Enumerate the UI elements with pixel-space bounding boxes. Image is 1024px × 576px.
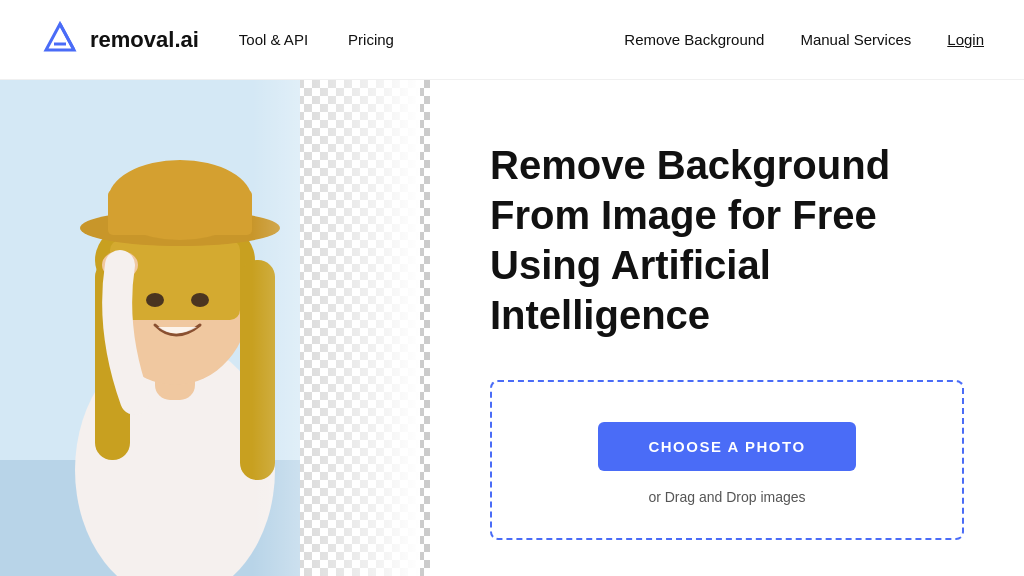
- logo-text: removal.ai: [90, 27, 199, 53]
- upload-area[interactable]: CHOOSE A PHOTO or Drag and Drop images: [490, 380, 964, 540]
- nav-manual-services[interactable]: Manual Services: [800, 31, 911, 48]
- nav-right: Remove Background Manual Services Login: [624, 31, 984, 48]
- hero-title: Remove Background From Image for Free Us…: [490, 140, 964, 340]
- hero-person-image: [0, 80, 420, 576]
- drag-drop-text: or Drag and Drop images: [648, 489, 805, 505]
- logo-icon: [40, 20, 80, 60]
- choose-photo-button[interactable]: CHOOSE A PHOTO: [598, 422, 855, 471]
- svg-rect-15: [0, 80, 420, 576]
- nav-left: Tool & API Pricing: [239, 31, 394, 48]
- hero-image-area: [0, 80, 430, 576]
- logo-link[interactable]: removal.ai: [40, 20, 199, 60]
- hero-content: Remove Background From Image for Free Us…: [430, 80, 1024, 576]
- nav-tool-api[interactable]: Tool & API: [239, 31, 308, 48]
- nav-pricing[interactable]: Pricing: [348, 31, 394, 48]
- nav-remove-background[interactable]: Remove Background: [624, 31, 764, 48]
- header: removal.ai Tool & API Pricing Remove Bac…: [0, 0, 1024, 80]
- hero-section: Remove Background From Image for Free Us…: [0, 80, 1024, 576]
- nav-login[interactable]: Login: [947, 31, 984, 48]
